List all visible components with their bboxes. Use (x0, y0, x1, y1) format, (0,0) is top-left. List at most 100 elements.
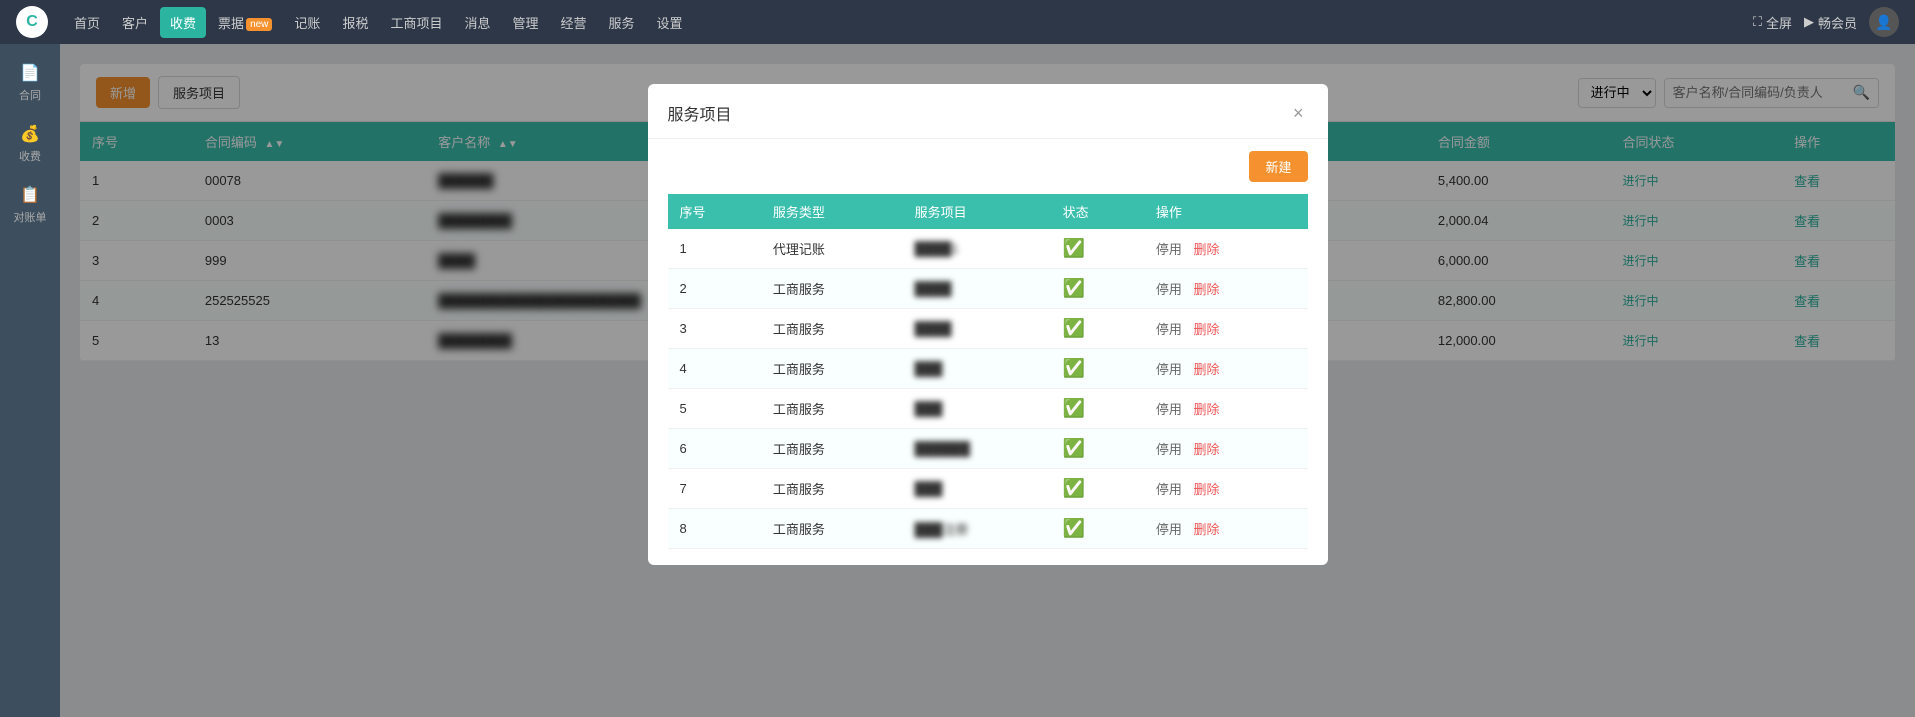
avatar[interactable]: 👤 (1869, 7, 1899, 37)
modal-col-status: 状态 (1051, 194, 1144, 229)
modal-table-row: 1 代理记账 ████1 ✅ 停用 删除 (668, 229, 1308, 269)
nav-item-服务[interactable]: 服务 (599, 7, 645, 38)
modal-table-row: 6 工商服务 ██████ ✅ 停用 删除 (668, 429, 1308, 469)
fullscreen-button[interactable]: ⛶ 全屏 (1753, 13, 1792, 32)
sidebar-label: 合同 (19, 87, 41, 103)
sidebar-item-合同[interactable]: 📄 合同 (0, 54, 60, 111)
status-check-icon: ✅ (1063, 478, 1085, 498)
sidebar-icon: 💰 (19, 123, 41, 145)
delete-button[interactable]: 删除 (1194, 322, 1220, 337)
delete-button[interactable]: 删除 (1194, 362, 1220, 377)
top-nav: C 首页客户收费票据new记账报税工商项目消息管理经营服务设置 ⛶ 全屏 ▶ 畅… (0, 0, 1915, 44)
modal-table-row: 5 工商服务 ███ ✅ 停用 删除 (668, 389, 1308, 429)
delete-button[interactable]: 删除 (1194, 482, 1220, 497)
modal-new-button[interactable]: 新建 (1249, 151, 1307, 182)
stop-button[interactable]: 停用 (1156, 282, 1182, 297)
nav-item-设置[interactable]: 设置 (647, 7, 693, 38)
delete-button[interactable]: 删除 (1194, 402, 1220, 417)
modal-cell-status: ✅ (1051, 429, 1144, 469)
modal-cell-seq: 2 (668, 269, 761, 309)
stop-button[interactable]: 停用 (1156, 402, 1182, 417)
modal-cell-type: 工商服务 (761, 389, 903, 429)
modal-cell-seq: 5 (668, 389, 761, 429)
status-check-icon: ✅ (1063, 318, 1085, 338)
status-check-icon: ✅ (1063, 278, 1085, 298)
modal-cell-actions: 停用 删除 (1144, 429, 1308, 469)
sidebar-item-对账单[interactable]: 📋对账单 (0, 176, 60, 233)
service-modal: 服务项目 × 新建 序号 服务类型 服务项目 状态 (648, 84, 1328, 565)
status-check-icon: ✅ (1063, 438, 1085, 458)
modal-cell-seq: 6 (668, 429, 761, 469)
fullscreen-icon: ⛶ (1753, 14, 1762, 30)
nav-item-工商项目[interactable]: 工商项目 (380, 7, 452, 38)
modal-cell-actions: 停用 删除 (1144, 229, 1308, 269)
stop-button[interactable]: 停用 (1156, 242, 1182, 257)
modal-col-type: 服务类型 (761, 194, 903, 229)
app-logo: C (16, 6, 48, 38)
sidebar-label: 对账单 (14, 209, 47, 225)
nav-item-首页[interactable]: 首页 (64, 7, 110, 38)
status-check-icon: ✅ (1063, 238, 1085, 258)
stop-button[interactable]: 停用 (1156, 482, 1182, 497)
modal-cell-type: 工商服务 (761, 349, 903, 389)
modal-cell-actions: 停用 删除 (1144, 469, 1308, 509)
modal-cell-seq: 8 (668, 509, 761, 549)
nav-item-消息[interactable]: 消息 (454, 7, 500, 38)
service-table: 序号 服务类型 服务项目 状态 操作 1 代理记账 ████1 ✅ 停用 删除 … (668, 194, 1308, 549)
modal-cell-status: ✅ (1051, 349, 1144, 389)
nav-item-记账[interactable]: 记账 (284, 7, 330, 38)
modal-close-button[interactable]: × (1289, 100, 1308, 126)
stop-button[interactable]: 停用 (1156, 442, 1182, 457)
stop-button[interactable]: 停用 (1156, 362, 1182, 377)
status-check-icon: ✅ (1063, 518, 1085, 538)
sidebar-item-收费[interactable]: 💰 收费 (0, 115, 60, 172)
modal-cell-status: ✅ (1051, 469, 1144, 509)
modal-cell-item: ██████ (903, 429, 1051, 469)
stop-button[interactable]: 停用 (1156, 522, 1182, 537)
modal-cell-seq: 1 (668, 229, 761, 269)
modal-table-row: 7 工商服务 ███ ✅ 停用 删除 (668, 469, 1308, 509)
modal-col-action: 操作 (1144, 194, 1308, 229)
modal-table-header-row: 序号 服务类型 服务项目 状态 操作 (668, 194, 1308, 229)
nav-item-票据[interactable]: 票据new (208, 7, 282, 38)
member-button[interactable]: ▶ 畅会员 (1804, 13, 1857, 32)
modal-cell-actions: 停用 删除 (1144, 389, 1308, 429)
modal-cell-actions: 停用 删除 (1144, 349, 1308, 389)
sidebar: 📄 合同 💰 收费 📋对账单 (0, 44, 60, 717)
modal-cell-type: 代理记账 (761, 229, 903, 269)
modal-cell-item: ████ (903, 309, 1051, 349)
sidebar-icon: 📄 (19, 62, 41, 84)
modal-cell-seq: 4 (668, 349, 761, 389)
modal-cell-type: 工商服务 (761, 509, 903, 549)
modal-cell-actions: 停用 删除 (1144, 269, 1308, 309)
modal-cell-status: ✅ (1051, 269, 1144, 309)
modal-table-row: 8 工商服务 ███注册 ✅ 停用 删除 (668, 509, 1308, 549)
modal-cell-item: ███ (903, 469, 1051, 509)
status-check-icon: ✅ (1063, 398, 1085, 418)
nav-item-报税[interactable]: 报税 (332, 7, 378, 38)
modal-title: 服务项目 (668, 101, 1289, 125)
modal-cell-type: 工商服务 (761, 269, 903, 309)
delete-button[interactable]: 删除 (1194, 282, 1220, 297)
modal-table-wrap: 序号 服务类型 服务项目 状态 操作 1 代理记账 ████1 ✅ 停用 删除 … (648, 194, 1328, 565)
nav-item-管理[interactable]: 管理 (502, 7, 548, 38)
modal-overlay: 服务项目 × 新建 序号 服务类型 服务项目 状态 (60, 44, 1915, 717)
nav-item-收费[interactable]: 收费 (160, 7, 206, 38)
delete-button[interactable]: 删除 (1194, 242, 1220, 257)
modal-col-seq: 序号 (668, 194, 761, 229)
sidebar-label: 收费 (19, 148, 41, 164)
modal-table-row: 4 工商服务 ███ ✅ 停用 删除 (668, 349, 1308, 389)
modal-cell-type: 工商服务 (761, 309, 903, 349)
modal-table-row: 3 工商服务 ████ ✅ 停用 删除 (668, 309, 1308, 349)
stop-button[interactable]: 停用 (1156, 322, 1182, 337)
modal-cell-seq: 3 (668, 309, 761, 349)
nav-item-经营[interactable]: 经营 (551, 7, 597, 38)
modal-cell-type: 工商服务 (761, 429, 903, 469)
nav-right: ⛶ 全屏 ▶ 畅会员 👤 (1753, 7, 1899, 37)
delete-button[interactable]: 删除 (1194, 522, 1220, 537)
nav-item-客户[interactable]: 客户 (112, 7, 158, 38)
modal-toolbar: 新建 (648, 139, 1328, 194)
member-icon: ▶ (1804, 14, 1814, 30)
delete-button[interactable]: 删除 (1194, 442, 1220, 457)
modal-table-row: 2 工商服务 ████ ✅ 停用 删除 (668, 269, 1308, 309)
